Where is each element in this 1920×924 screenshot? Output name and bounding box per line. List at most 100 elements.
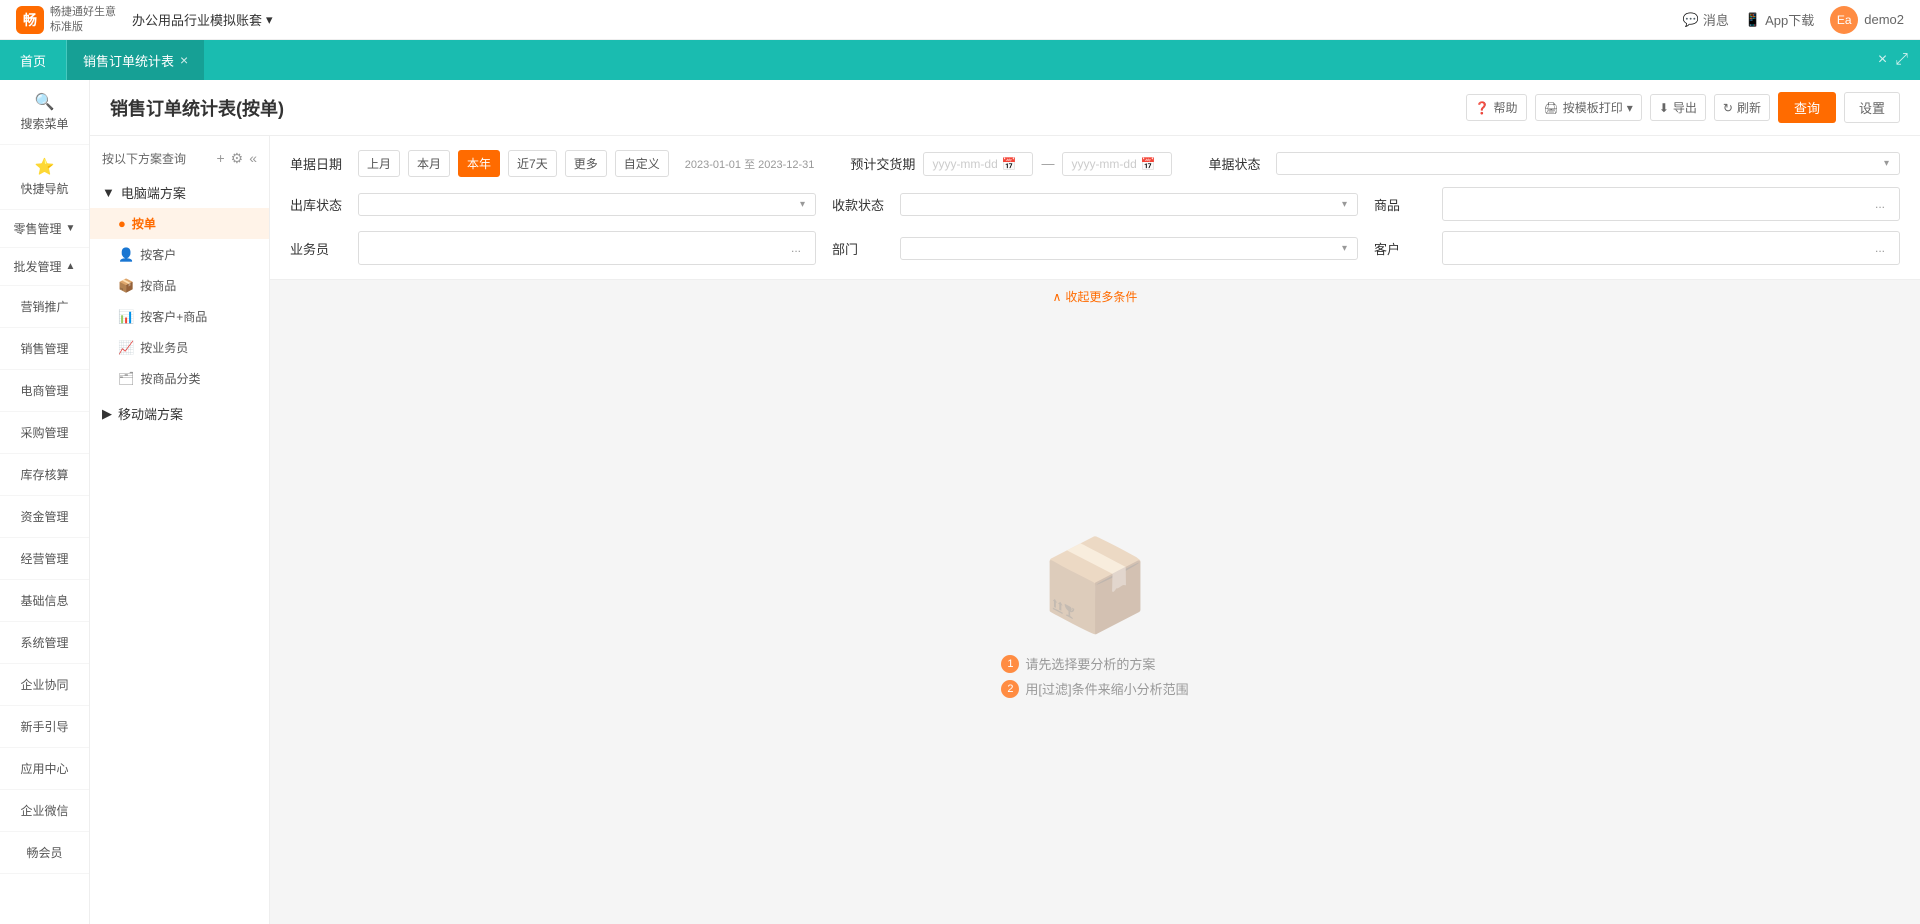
- sidebar-item-purchase[interactable]: 采购管理: [0, 412, 89, 454]
- date-custom-btn[interactable]: 自定义: [615, 150, 669, 177]
- payment-status-group: 收款状态 ▾: [832, 193, 1358, 216]
- sidebar-item-inventory[interactable]: 库存核算: [0, 454, 89, 496]
- salesperson-more-btn[interactable]: ...: [787, 237, 805, 259]
- chevron-down-icon: ▼: [66, 223, 76, 234]
- print-btn[interactable]: 🖨 按模板打印 ▾: [1535, 94, 1642, 121]
- scheme-item-by-goods[interactable]: 📦 按商品: [90, 270, 269, 301]
- sidebar-item-wechat[interactable]: 企业微信: [0, 790, 89, 832]
- scheme-item-by-customer[interactable]: 👤 按客户: [90, 239, 269, 270]
- add-scheme-btn[interactable]: +: [216, 150, 224, 167]
- filter-row-2: 出库状态 ▾ 收款状态 ▾: [290, 187, 1900, 221]
- scheme-cg-icon: 📊: [118, 309, 134, 325]
- goods-more-btn[interactable]: ...: [1871, 193, 1889, 215]
- message-btn[interactable]: 💬 消息: [1683, 10, 1729, 29]
- tab-home[interactable]: 首页: [0, 40, 67, 80]
- calendar-icon-2: 📅: [1141, 157, 1156, 171]
- expected-date-start-input[interactable]: yyyy-mm-dd 📅: [923, 152, 1033, 176]
- right-panel: 单据日期 上月 本月 本年 近7天 更多 自定义 2023-01-01 至 20…: [270, 136, 1920, 924]
- filter-row-1: 单据日期 上月 本月 本年 近7天 更多 自定义 2023-01-01 至 20…: [290, 150, 1900, 177]
- date-more-btn[interactable]: 更多: [565, 150, 607, 177]
- dept-select-arrow-icon: ▾: [1342, 243, 1347, 254]
- scheme-settings-btn[interactable]: ⚙: [231, 150, 244, 167]
- logo-icon: 畅: [16, 6, 44, 34]
- sidebar-item-ecom[interactable]: 电商管理: [0, 370, 89, 412]
- tab-minimize-btn[interactable]: ×: [1878, 51, 1887, 69]
- scheme-item-by-customer-goods[interactable]: 📊 按客户+商品: [90, 301, 269, 332]
- sidebar: 🔍 搜索菜单 ⭐ 快捷导航 零售管理 ▼ 批发管理 ▲ 营销推广 销售管理 电商…: [0, 80, 90, 924]
- settings-btn[interactable]: 设置: [1844, 92, 1900, 123]
- sidebar-item-basic[interactable]: 基础信息: [0, 580, 89, 622]
- dept-group: 部门 ▾: [832, 237, 1358, 260]
- data-area: 📦 1 请先选择要分析的方案 2 用[过滤]条件来缩小分析范围: [270, 313, 1920, 924]
- empty-state: 📦 1 请先选择要分析的方案 2 用[过滤]条件来缩小分析范围: [1001, 533, 1188, 704]
- sidebar-item-finance[interactable]: 资金管理: [0, 496, 89, 538]
- payment-status-select[interactable]: ▾: [900, 193, 1358, 216]
- sidebar-item-retail[interactable]: 零售管理 ▼: [0, 210, 89, 248]
- scheme-customer-icon: 👤: [118, 247, 134, 263]
- tab-maximize-btn[interactable]: ⤢: [1895, 51, 1908, 69]
- expected-date-group: 预计交货期 yyyy-mm-dd 📅 — yyyy-mm-dd 📅: [850, 152, 1172, 176]
- collapse-label: 收起更多条件: [1065, 288, 1137, 305]
- sidebar-item-system[interactable]: 系统管理: [0, 622, 89, 664]
- page-header: 销售订单统计表(按单) ❓ 帮助 🖨 按模板打印 ▾ ⬇ 导出 ↻ 刷新: [90, 80, 1920, 136]
- logo-area: 畅 畅捷通好生意 标准版: [16, 5, 116, 34]
- refresh-btn[interactable]: ↻ 刷新: [1714, 94, 1770, 121]
- scheme-item-by-category[interactable]: 🗂 按商品分类: [90, 363, 269, 394]
- help-btn[interactable]: ❓ 帮助: [1466, 94, 1527, 121]
- sidebar-item-member[interactable]: 畅会员: [0, 832, 89, 874]
- top-bar-left: 畅 畅捷通好生意 标准版 办公用品行业模拟账套 ▾: [16, 5, 281, 34]
- scheme-cat-icon: 🗂: [118, 371, 135, 387]
- ship-select-arrow-icon: ▾: [800, 199, 805, 210]
- filter-area: 单据日期 上月 本月 本年 近7天 更多 自定义 2023-01-01 至 20…: [270, 136, 1920, 280]
- print-icon: 🖨: [1544, 101, 1559, 115]
- panel-header-label: 按以下方案查询: [102, 150, 186, 167]
- sidebar-item-appstore[interactable]: 应用中心: [0, 748, 89, 790]
- export-btn[interactable]: ⬇ 导出: [1650, 94, 1706, 121]
- goods-select[interactable]: ...: [1442, 187, 1900, 221]
- date-last-month-btn[interactable]: 上月: [358, 150, 400, 177]
- dept-select[interactable]: ▾: [900, 237, 1358, 260]
- ship-status-select[interactable]: ▾: [358, 193, 816, 216]
- app-download-btn[interactable]: 📱 App下载: [1745, 10, 1814, 29]
- select-arrow-icon: ▾: [1884, 158, 1889, 169]
- sidebar-item-wholesale[interactable]: 批发管理 ▲: [0, 248, 89, 286]
- empty-illustration: 📦: [1039, 533, 1151, 638]
- scheme-goods-icon: 📦: [118, 278, 134, 294]
- customer-label: 客户: [1374, 239, 1434, 258]
- sidebar-item-operations[interactable]: 经营管理: [0, 538, 89, 580]
- tab-close-btn[interactable]: ×: [180, 52, 188, 68]
- user-area[interactable]: Ea demo2: [1830, 6, 1904, 34]
- tip-text-2: 用[过滤]条件来缩小分析范围: [1025, 679, 1188, 698]
- tab-label: 销售订单统计表: [83, 51, 174, 70]
- scheme-item-by-order[interactable]: ● 按单: [90, 208, 269, 239]
- date-last-7-btn[interactable]: 近7天: [508, 150, 557, 177]
- page-title: 销售订单统计表(按单): [110, 95, 284, 121]
- customer-more-btn[interactable]: ...: [1871, 237, 1889, 259]
- sidebar-item-newbie[interactable]: 新手引导: [0, 706, 89, 748]
- expected-date-end-input[interactable]: yyyy-mm-dd 📅: [1062, 152, 1172, 176]
- app-selector[interactable]: 办公用品行业模拟账套 ▾: [124, 6, 281, 33]
- sidebar-item-quick-nav[interactable]: ⭐ 快捷导航: [0, 145, 89, 210]
- tab-active[interactable]: 销售订单统计表 ×: [67, 40, 204, 80]
- date-dash: —: [1041, 156, 1054, 171]
- collapse-panel-btn[interactable]: «: [249, 150, 257, 167]
- query-btn[interactable]: 查询: [1778, 92, 1836, 123]
- pc-group-header[interactable]: ▼ 电脑端方案: [90, 177, 269, 208]
- date-this-year-btn[interactable]: 本年: [458, 150, 500, 177]
- customer-select[interactable]: ...: [1442, 231, 1900, 265]
- chevron-right-icon: ▶: [102, 406, 112, 422]
- sidebar-item-enterprise[interactable]: 企业协同: [0, 664, 89, 706]
- date-this-month-btn[interactable]: 本月: [408, 150, 450, 177]
- salesperson-select[interactable]: ...: [358, 231, 816, 265]
- scheme-item-by-salesperson[interactable]: 📈 按业务员: [90, 332, 269, 363]
- mobile-group-header[interactable]: ▶ 移动端方案: [90, 398, 269, 429]
- chevron-down-icon: ▼: [102, 185, 115, 200]
- sidebar-item-marketing[interactable]: 营销推广: [0, 286, 89, 328]
- dept-label: 部门: [832, 239, 892, 258]
- collapse-bar[interactable]: ∧ 收起更多条件: [270, 280, 1920, 313]
- filter-row-3: 业务员 ... 部门 ▾: [290, 231, 1900, 265]
- calendar-icon: 📅: [1002, 157, 1017, 171]
- doc-status-select[interactable]: ▾: [1276, 152, 1900, 175]
- sidebar-item-search[interactable]: 🔍 搜索菜单: [0, 80, 89, 145]
- sidebar-item-sales[interactable]: 销售管理: [0, 328, 89, 370]
